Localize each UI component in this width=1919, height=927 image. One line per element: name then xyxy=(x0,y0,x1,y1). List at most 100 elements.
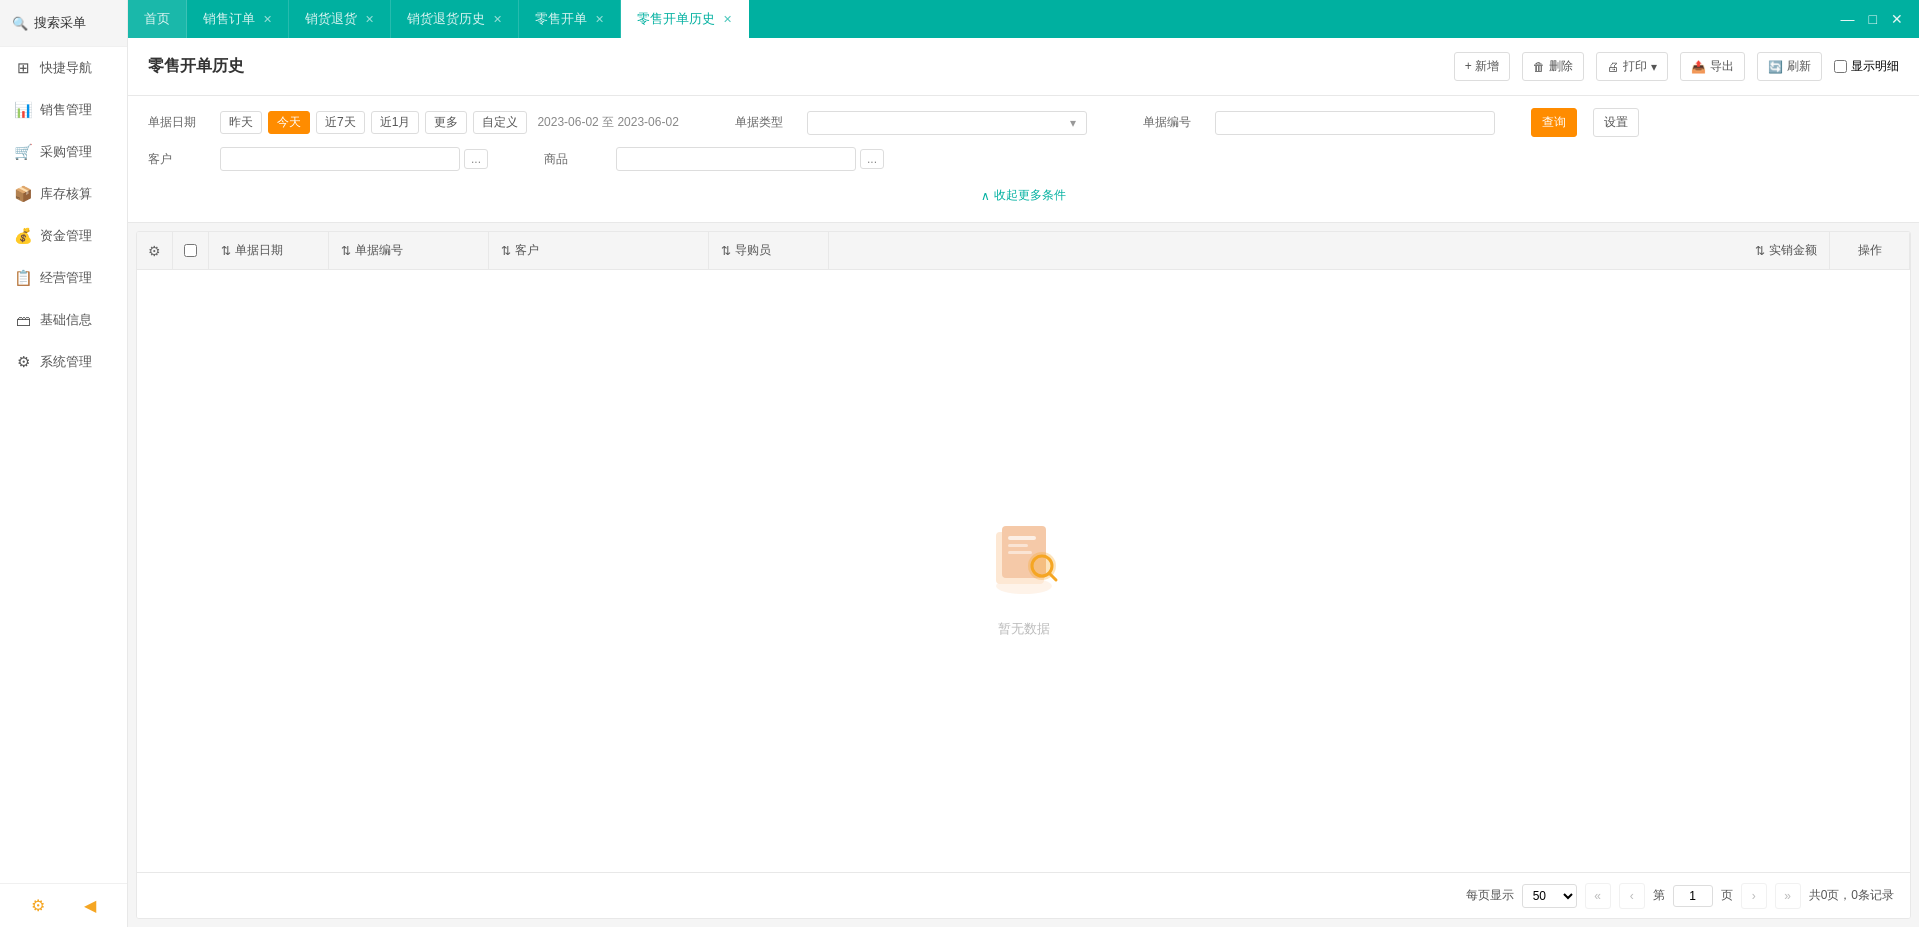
th-num-sort-icon: ⇅ xyxy=(341,244,351,258)
sidebar-search-label: 搜索采单 xyxy=(34,14,86,32)
collapse-bar[interactable]: ∧ 收起更多条件 xyxy=(148,181,1899,210)
last-page-btn[interactable]: » xyxy=(1775,883,1801,909)
sidebar-item-shortcuts[interactable]: ⊞ 快捷导航 xyxy=(0,47,127,89)
sidebar-item-purchase[interactable]: 🛒 采购管理 xyxy=(0,131,127,173)
sidebar-settings-icon[interactable]: ⚙ xyxy=(31,896,45,915)
tab-close-sales-return[interactable]: ✕ xyxy=(365,13,374,26)
toolbar: + 新增 🗑 删除 🖨 打印 ▾ 📤 导出 🔄 xyxy=(1454,52,1899,81)
tab-retail-open-label: 零售开单 xyxy=(535,10,587,28)
product-filter-input[interactable] xyxy=(616,147,856,171)
delete-label: 删除 xyxy=(1549,58,1573,75)
tab-bar: 首页 销售订单 ✕ 销货退货 ✕ 销货退货历史 ✕ 零售开单 ✕ 零售开单历史 … xyxy=(128,0,1919,38)
date-1month-btn[interactable]: 近1月 xyxy=(371,111,420,134)
th-num[interactable]: ⇅ 单据编号 xyxy=(329,232,489,269)
total-info: 共0页，0条记录 xyxy=(1809,887,1894,904)
display-detail-toggle[interactable]: 显示明细 xyxy=(1834,58,1899,75)
type-filter-select[interactable]: ▾ xyxy=(807,111,1087,135)
th-action-label: 操作 xyxy=(1858,242,1882,259)
next-page-btn[interactable]: › xyxy=(1741,883,1767,909)
export-button[interactable]: 📤 导出 xyxy=(1680,52,1745,81)
th-guide-sort-icon: ⇅ xyxy=(721,244,731,258)
page-title: 零售开单历史 xyxy=(148,56,244,77)
th-guide[interactable]: ⇅ 导购员 xyxy=(709,232,829,269)
th-date[interactable]: ⇅ 单据日期 xyxy=(209,232,329,269)
tab-home[interactable]: 首页 xyxy=(128,0,187,38)
query-button[interactable]: 查询 xyxy=(1531,108,1577,137)
tab-close-sales-return-history[interactable]: ✕ xyxy=(493,13,502,26)
tab-retail-open[interactable]: 零售开单 ✕ xyxy=(519,0,621,38)
tab-sales-order[interactable]: 销售订单 ✕ xyxy=(187,0,289,38)
product-filter-group: ... xyxy=(616,147,884,171)
num-filter-input[interactable] xyxy=(1215,111,1495,135)
num-filter-label: 单据编号 xyxy=(1143,114,1199,131)
settings-filter-button[interactable]: 设置 xyxy=(1593,108,1639,137)
print-button[interactable]: 🖨 打印 ▾ xyxy=(1596,52,1668,81)
page-header: 零售开单历史 + 新增 🗑 删除 🖨 打印 ▾ 📤 导出 xyxy=(128,38,1919,96)
add-button[interactable]: + 新增 xyxy=(1454,52,1510,81)
window-controls: — □ ✕ xyxy=(1841,11,1919,27)
shortcuts-icon: ⊞ xyxy=(14,59,32,77)
tab-sales-return-history[interactable]: 销货退货历史 ✕ xyxy=(391,0,519,38)
product-filter-label: 商品 xyxy=(544,151,600,168)
th-num-label: 单据编号 xyxy=(355,242,403,259)
th-amount[interactable]: ⇅ 实销金额 xyxy=(1710,232,1830,269)
main-area: 首页 销售订单 ✕ 销货退货 ✕ 销货退货历史 ✕ 零售开单 ✕ 零售开单历史 … xyxy=(128,0,1919,927)
page-suffix: 页 xyxy=(1721,887,1733,904)
table-settings-btn[interactable]: ⚙ xyxy=(137,232,173,269)
table-select-all[interactable] xyxy=(173,232,209,269)
th-customer-label: 客户 xyxy=(515,242,539,259)
sidebar-item-operations[interactable]: 📋 经营管理 xyxy=(0,257,127,299)
date-range-display: 2023-06-02 至 2023-06-02 xyxy=(537,114,678,131)
refresh-button[interactable]: 🔄 刷新 xyxy=(1757,52,1822,81)
tab-close-retail-open[interactable]: ✕ xyxy=(595,13,604,26)
prev-page-btn[interactable]: ‹ xyxy=(1619,883,1645,909)
filter-row-1: 单据日期 昨天 今天 近7天 近1月 更多 自定义 2023-06-02 至 2… xyxy=(148,108,1899,137)
sidebar-item-label: 资金管理 xyxy=(40,227,92,245)
print-label: 打印 xyxy=(1623,58,1647,75)
sidebar-item-basic[interactable]: 🗃 基础信息 xyxy=(0,299,127,341)
system-icon: ⚙ xyxy=(14,353,32,371)
page-label: 第 xyxy=(1653,887,1665,904)
date-filter-label: 单据日期 xyxy=(148,114,204,131)
tab-sales-return[interactable]: 销货退货 ✕ xyxy=(289,0,391,38)
operations-icon: 📋 xyxy=(14,269,32,287)
delete-button[interactable]: 🗑 删除 xyxy=(1522,52,1584,81)
first-page-btn[interactable]: « xyxy=(1585,883,1611,909)
tab-retail-open-history[interactable]: 零售开单历史 ✕ xyxy=(621,0,749,38)
sidebar-item-system[interactable]: ⚙ 系统管理 xyxy=(0,341,127,383)
date-more-btn[interactable]: 更多 xyxy=(425,111,467,134)
tab-close-sales-order[interactable]: ✕ xyxy=(263,13,272,26)
page-size-select[interactable]: 20 50 100 200 xyxy=(1522,884,1577,908)
close-button[interactable]: ✕ xyxy=(1891,11,1903,27)
tab-close-retail-open-history[interactable]: ✕ xyxy=(723,13,732,26)
svg-rect-5 xyxy=(1008,551,1032,554)
date-custom-btn[interactable]: 自定义 xyxy=(473,111,527,134)
sidebar-item-finance[interactable]: 💰 资金管理 xyxy=(0,215,127,257)
minimize-button[interactable]: — xyxy=(1841,11,1855,27)
date-yesterday-btn[interactable]: 昨天 xyxy=(220,111,262,134)
th-customer[interactable]: ⇅ 客户 xyxy=(489,232,709,269)
table-container: ⚙ ⇅ 单据日期 ⇅ 单据编号 ⇅ 客户 ⇅ 导购员 xyxy=(136,231,1911,919)
sidebar-item-sales[interactable]: 📊 销售管理 xyxy=(0,89,127,131)
date-7days-btn[interactable]: 近7天 xyxy=(316,111,365,134)
select-all-checkbox[interactable] xyxy=(184,244,197,257)
search-icon: 🔍 xyxy=(12,16,28,31)
maximize-button[interactable]: □ xyxy=(1869,11,1877,27)
sidebar-item-label: 快捷导航 xyxy=(40,59,92,77)
display-detail-checkbox[interactable] xyxy=(1834,60,1847,73)
page-number-input[interactable] xyxy=(1673,885,1713,907)
empty-icon xyxy=(974,504,1074,604)
customer-filter-input[interactable] xyxy=(220,147,460,171)
sidebar-search[interactable]: 🔍 搜索采单 xyxy=(0,0,127,47)
finance-icon: 💰 xyxy=(14,227,32,245)
tab-retail-open-history-label: 零售开单历史 xyxy=(637,10,715,28)
date-today-btn[interactable]: 今天 xyxy=(268,111,310,134)
sidebar-collapse-icon[interactable]: ◀ xyxy=(84,896,96,915)
product-ellipsis-btn[interactable]: ... xyxy=(860,149,884,169)
customer-ellipsis-btn[interactable]: ... xyxy=(464,149,488,169)
sidebar-item-inventory[interactable]: 📦 库存核算 xyxy=(0,173,127,215)
th-amount-label: 实销金额 xyxy=(1769,242,1817,259)
tab-sales-return-history-label: 销货退货历史 xyxy=(407,10,485,28)
th-action: 操作 xyxy=(1830,232,1910,269)
empty-state: 暂无数据 xyxy=(137,270,1910,872)
